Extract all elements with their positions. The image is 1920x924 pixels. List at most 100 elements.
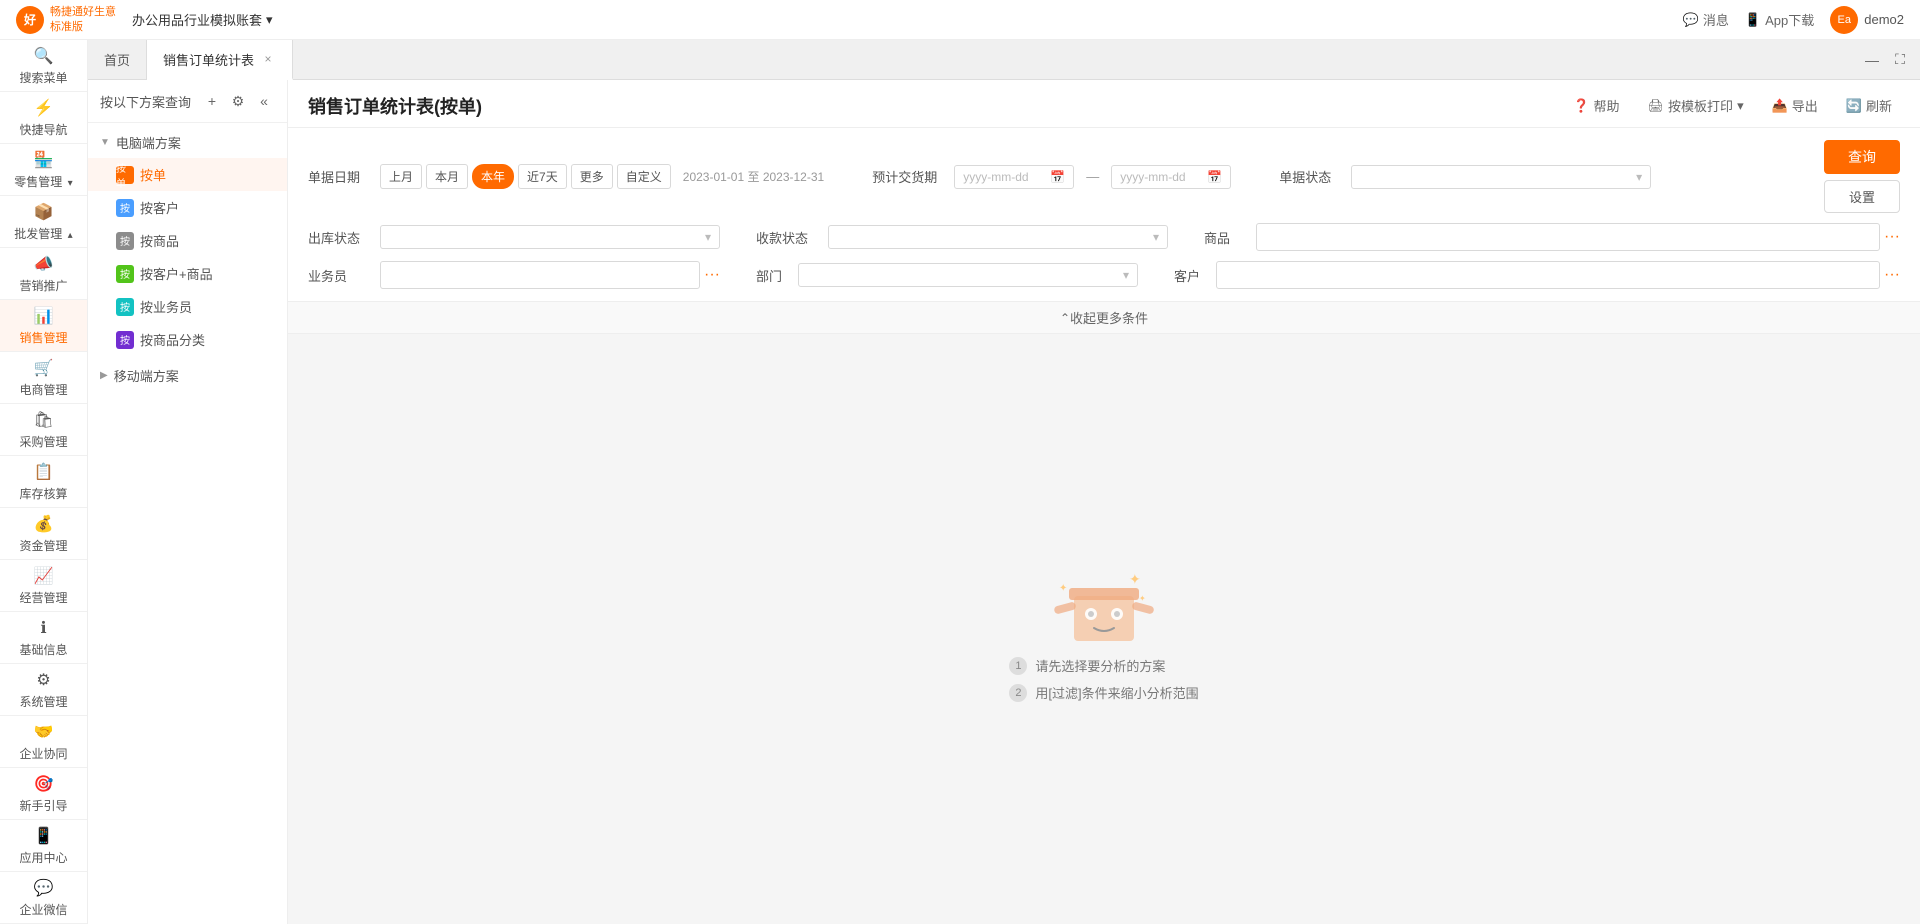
date-label: 单据日期 bbox=[308, 167, 368, 186]
user-profile[interactable]: Ea demo2 bbox=[1830, 6, 1904, 34]
purchase-icon: 🛍 bbox=[33, 410, 53, 430]
tab-home[interactable]: 首页 bbox=[88, 40, 147, 80]
sidebar-item-ecommerce[interactable]: 🛒 电商管理 bbox=[0, 352, 87, 404]
sidebar-item-marketing[interactable]: 📣 营销推广 bbox=[0, 248, 87, 300]
date-range-display: 2023-01-01 至 2023-12-31 bbox=[683, 168, 824, 185]
sidebar-item-app-center[interactable]: 📱 应用中心 bbox=[0, 820, 87, 872]
tab-controls: — ⛶ bbox=[1860, 48, 1920, 72]
scheme-item-by-product[interactable]: 按 按商品 bbox=[88, 224, 287, 257]
export-button[interactable]: 📤 导出 bbox=[1764, 92, 1826, 119]
content-area: 首页 销售订单统计表 × — ⛶ 按以下方案查询 + ⚙ « bbox=[88, 40, 1920, 924]
scheme-item-by-salesperson[interactable]: 按 按业务员 bbox=[88, 290, 287, 323]
inventory-icon: 📋 bbox=[34, 462, 54, 482]
calendar-icon-2: 📅 bbox=[1207, 170, 1222, 184]
sidebar-item-inventory[interactable]: 📋 库存核算 bbox=[0, 456, 87, 508]
tab-sales-report[interactable]: 销售订单统计表 × bbox=[147, 40, 293, 80]
sidebar-item-guide[interactable]: 🎯 新手引导 bbox=[0, 768, 87, 820]
sidebar-item-sales[interactable]: 📊 销售管理 bbox=[0, 300, 87, 352]
sidebar-item-retail[interactable]: 🏪 零售管理 ▾ bbox=[0, 144, 87, 196]
scheme-add-button[interactable]: + bbox=[201, 90, 223, 112]
chevron-down-icon: ▾ bbox=[1636, 170, 1642, 184]
marketing-icon: 📣 bbox=[34, 254, 54, 274]
tab-maximize-button[interactable]: ⛶ bbox=[1888, 48, 1912, 72]
empty-hint-2: 2 用[过滤]条件来缩小分析范围 bbox=[1009, 683, 1198, 702]
outbound-select[interactable]: ▾ bbox=[380, 225, 720, 249]
customer-input-area: ··· bbox=[1216, 261, 1900, 289]
product-dots-button[interactable]: ··· bbox=[1884, 228, 1900, 246]
finance-icon: 💰 bbox=[34, 514, 54, 534]
customer-input[interactable] bbox=[1216, 261, 1880, 289]
chevron-down-icon: ▾ bbox=[1153, 230, 1159, 244]
print-template-button[interactable]: 🖨 按模板打印 ▾ bbox=[1640, 92, 1752, 119]
app-icon: 📱 bbox=[1745, 12, 1761, 28]
scheme-panel-actions: + ⚙ « bbox=[201, 90, 275, 112]
expected-date-label: 预计交货期 bbox=[872, 167, 942, 186]
sidebar-item-purchase[interactable]: 🛍 采购管理 bbox=[0, 404, 87, 456]
settings-button[interactable]: 设置 bbox=[1824, 180, 1900, 213]
collaboration-icon: 🤝 bbox=[34, 722, 54, 742]
scheme-manage-button[interactable]: ⚙ bbox=[227, 90, 249, 112]
status-select[interactable]: ▾ bbox=[1351, 165, 1651, 189]
sidebar-item-system[interactable]: ⚙ 系统管理 bbox=[0, 664, 87, 716]
system-icon: ⚙ bbox=[36, 670, 50, 690]
customer-dots-button[interactable]: ··· bbox=[1884, 266, 1900, 284]
salesperson-dots-button[interactable]: ··· bbox=[704, 266, 720, 284]
chevron-right-icon: ▶ bbox=[100, 370, 108, 381]
date-custom-btn[interactable]: 自定义 bbox=[617, 164, 671, 189]
quick-nav-icon: ⚡ bbox=[34, 98, 54, 118]
chevron-down-icon: ▾ bbox=[68, 178, 73, 189]
product-input-area: ··· bbox=[1256, 223, 1900, 251]
scheme-item-by-customer[interactable]: 按 按客户 bbox=[88, 191, 287, 224]
sidebar-item-search[interactable]: 🔍 搜索菜单 bbox=[0, 40, 87, 92]
refresh-icon: 🔄 bbox=[1846, 98, 1862, 114]
product-input[interactable] bbox=[1256, 223, 1880, 251]
sidebar-item-basic-info[interactable]: ℹ 基础信息 bbox=[0, 612, 87, 664]
basic-info-icon: ℹ bbox=[40, 618, 46, 638]
svg-text:✦: ✦ bbox=[1139, 594, 1146, 603]
expected-date-to-input[interactable]: yyyy-mm-dd 📅 bbox=[1111, 165, 1231, 189]
date-this-month-btn[interactable]: 本月 bbox=[426, 164, 468, 189]
tab-minimize-button[interactable]: — bbox=[1860, 48, 1884, 72]
ecommerce-icon: 🛒 bbox=[34, 358, 54, 378]
salesperson-input[interactable] bbox=[380, 261, 700, 289]
collapse-row[interactable]: ⌃ 收起更多条件 bbox=[288, 302, 1920, 334]
page-title: 销售订单统计表(按单) bbox=[308, 93, 482, 119]
scheme-group-mobile-header[interactable]: ▶ 移动端方案 bbox=[88, 360, 287, 391]
dept-select[interactable]: ▾ bbox=[798, 263, 1138, 287]
date-last7-btn[interactable]: 近7天 bbox=[518, 164, 567, 189]
header-right: 💬 消息 📱 App下载 Ea demo2 bbox=[1683, 6, 1904, 34]
sidebar-item-wholesale[interactable]: 📦 批发管理 ▴ bbox=[0, 196, 87, 248]
date-this-year-btn[interactable]: 本年 bbox=[472, 164, 514, 189]
scheme-item-by-category[interactable]: 按 按商品分类 bbox=[88, 323, 287, 356]
scheme-collapse-button[interactable]: « bbox=[253, 90, 275, 112]
filter-area: 单据日期 上月 本月 本年 近7天 更多 自定义 2023-01-01 至 20… bbox=[288, 128, 1920, 302]
query-button[interactable]: 查询 bbox=[1824, 140, 1900, 174]
sidebar-item-operations[interactable]: 📈 经营管理 bbox=[0, 560, 87, 612]
dropdown-icon: ▾ bbox=[1737, 98, 1744, 114]
sidebar-item-collaboration[interactable]: 🤝 企业协同 bbox=[0, 716, 87, 768]
date-more-btn[interactable]: 更多 bbox=[571, 164, 613, 189]
tab-close-icon[interactable]: × bbox=[260, 51, 276, 67]
scheme-item-by-order[interactable]: 按单 按单 bbox=[88, 158, 287, 191]
logo-icon: 好 bbox=[16, 6, 44, 34]
sidebar-item-quick-nav[interactable]: ⚡ 快捷导航 bbox=[0, 92, 87, 144]
scheme-icon-by-product: 按 bbox=[116, 232, 134, 250]
date-last-month-btn[interactable]: 上月 bbox=[380, 164, 422, 189]
scheme-group-pc-header[interactable]: ▼ 电脑端方案 bbox=[88, 127, 287, 158]
scheme-item-by-customer-product[interactable]: 按 按客户+商品 bbox=[88, 257, 287, 290]
retail-icon: 🏪 bbox=[34, 150, 54, 170]
help-icon: ❓ bbox=[1573, 98, 1589, 114]
logo-area: 好 畅捷通好生意 标准版 bbox=[16, 5, 116, 34]
app-download-action[interactable]: 📱 App下载 bbox=[1745, 10, 1814, 29]
print-icon: 🖨 bbox=[1648, 98, 1665, 114]
sidebar-item-finance[interactable]: 💰 资金管理 bbox=[0, 508, 87, 560]
scheme-icon-by-order: 按单 bbox=[116, 166, 134, 184]
refresh-button[interactable]: 🔄 刷新 bbox=[1838, 92, 1900, 119]
message-action[interactable]: 💬 消息 bbox=[1683, 10, 1729, 29]
help-button[interactable]: ❓ 帮助 bbox=[1565, 92, 1627, 119]
customer-label: 客户 bbox=[1174, 266, 1204, 285]
payment-select[interactable]: ▾ bbox=[828, 225, 1168, 249]
expected-date-from-input[interactable]: yyyy-mm-dd 📅 bbox=[954, 165, 1074, 189]
sidebar-item-enterprise-wechat[interactable]: 💬 企业微信 bbox=[0, 872, 87, 924]
company-selector[interactable]: 办公用品行业模拟账套 ▾ bbox=[124, 6, 281, 33]
